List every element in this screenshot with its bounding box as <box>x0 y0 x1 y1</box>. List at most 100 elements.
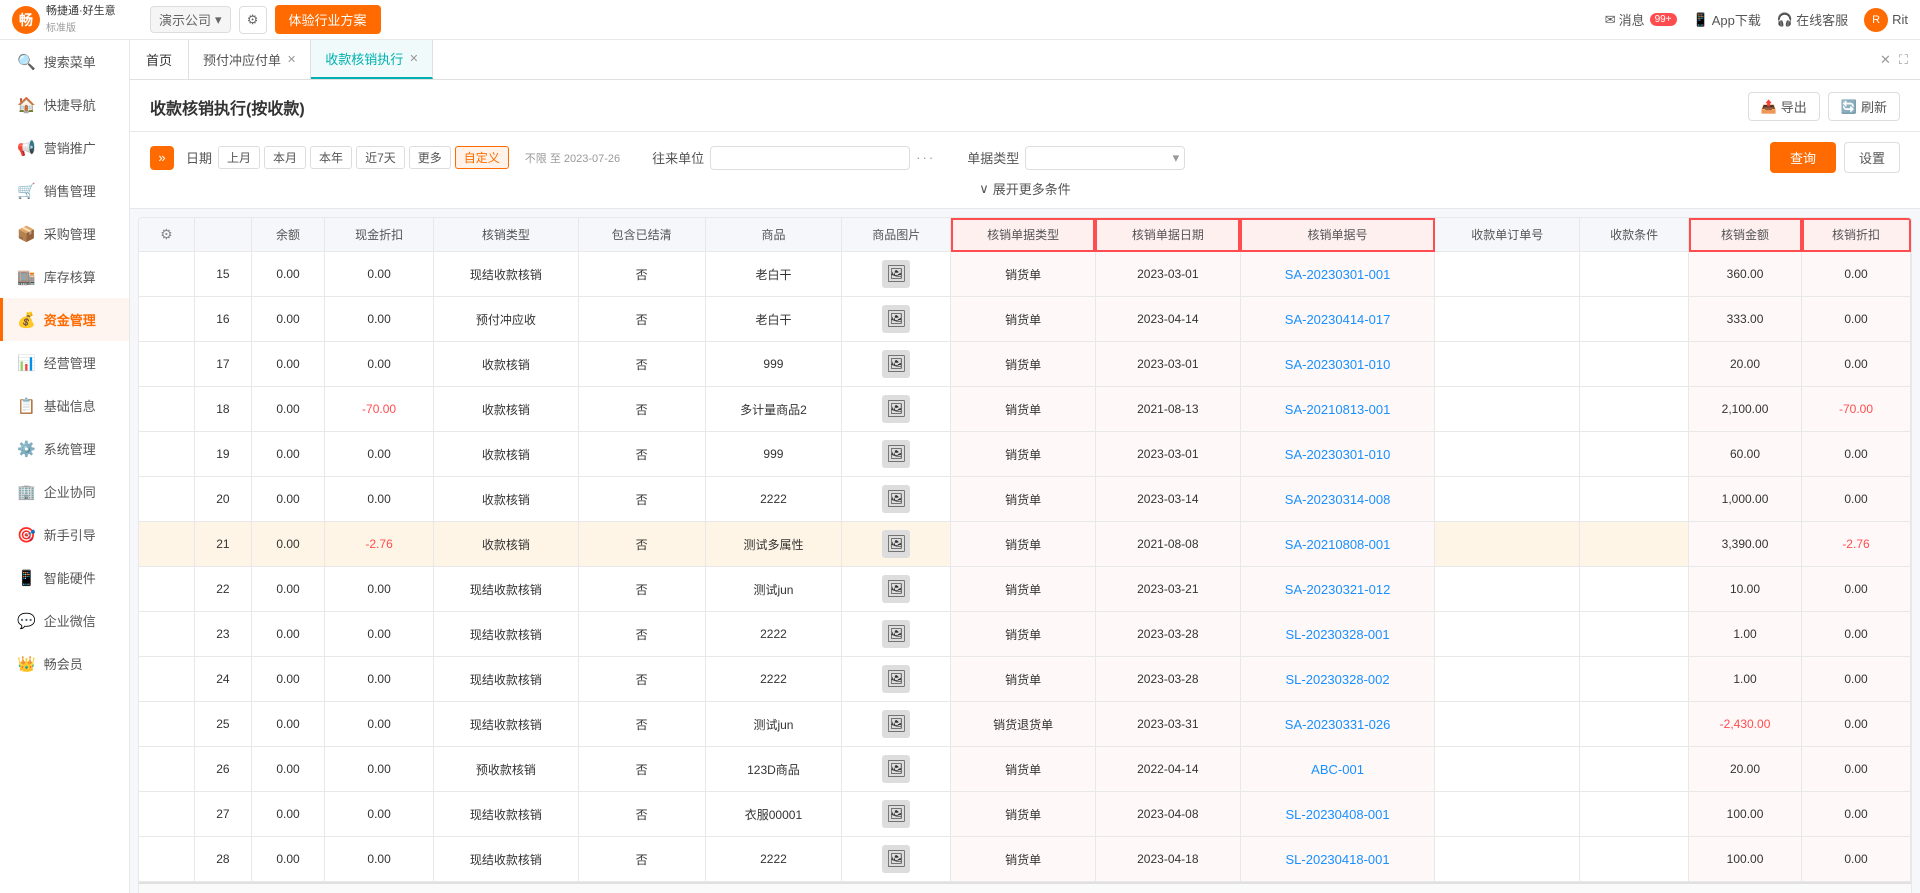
cell-verify-bill-no[interactable]: SA-20230321-012 <box>1240 567 1435 612</box>
bill-no-link[interactable]: ABC-001 <box>1311 762 1364 777</box>
expand-icon[interactable]: ⛶ <box>1899 52 1908 68</box>
solution-button[interactable]: 体验行业方案 <box>275 5 381 34</box>
cell-balance: 0.00 <box>252 702 325 747</box>
user-area[interactable]: R Rit <box>1864 8 1908 32</box>
sidebar-item-base[interactable]: 📋 基础信息 <box>0 384 129 427</box>
cell-verify-bill-no[interactable]: SA-20230314-008 <box>1240 477 1435 522</box>
date-custom[interactable]: 自定义 <box>455 146 509 169</box>
cell-goods: 多计量商品2 <box>705 387 842 432</box>
sidebar-item-search[interactable]: 🔍 搜索菜单 <box>0 40 129 83</box>
bill-no-link[interactable]: SA-20230314-008 <box>1285 492 1391 507</box>
cell-verify-type: 现结收款核销 <box>434 567 579 612</box>
cell-cash-discount: 0.00 <box>325 702 434 747</box>
refresh-button[interactable]: 🔄 刷新 <box>1828 92 1900 121</box>
bill-no-link[interactable]: SL-20230418-001 <box>1286 852 1390 867</box>
sidebar-item-finance[interactable]: 💰 资金管理 <box>0 298 129 341</box>
tab-receipt-verify[interactable]: 收款核销执行 ✕ <box>311 40 433 79</box>
sidebar-item-system[interactable]: ⚙️ 系统管理 <box>0 427 129 470</box>
close-all-icon[interactable]: ✕ <box>1880 52 1891 68</box>
bill-no-link[interactable]: SA-20230331-026 <box>1285 717 1391 732</box>
th-settings[interactable]: ⚙ <box>139 218 194 252</box>
cell-verify-discount: 0.00 <box>1802 657 1911 702</box>
sidebar-item-inventory[interactable]: 🏬 库存核算 <box>0 255 129 298</box>
date-this-month[interactable]: 本月 <box>264 146 306 169</box>
bill-no-link[interactable]: SA-20210808-001 <box>1285 537 1391 552</box>
message-icon: ✉ <box>1605 12 1616 28</box>
page-header: 收款核销执行(按收款) 📤 导出 🔄 刷新 <box>130 80 1920 132</box>
messages-item[interactable]: ✉ 消息 99+ <box>1605 10 1677 29</box>
cell-verify-bill-no[interactable]: ABC-001 <box>1240 747 1435 792</box>
party-ellipsis[interactable]: ··· <box>916 150 935 165</box>
setting-button[interactable]: 设置 <box>1844 142 1900 173</box>
cell-cash-discount: 0.00 <box>325 477 434 522</box>
cell-verify-bill-type: 销货单 <box>951 432 1096 477</box>
sidebar-item-newbie[interactable]: 🎯 新手引导 <box>0 513 129 556</box>
expand-filter-button[interactable]: » <box>150 146 174 170</box>
sidebar-item-label: 搜索菜单 <box>44 52 96 71</box>
cell-verify-bill-no[interactable]: SA-20210808-001 <box>1240 522 1435 567</box>
export-button[interactable]: 📤 导出 <box>1748 92 1820 121</box>
bill-no-link[interactable]: SA-20210813-001 <box>1285 402 1391 417</box>
party-label: 往来单位 <box>652 148 704 167</box>
avatar: R <box>1864 8 1888 32</box>
cell-verify-bill-no[interactable]: SA-20230414-017 <box>1240 297 1435 342</box>
cell-verify-date: 2023-03-01 <box>1095 342 1240 387</box>
sidebar-item-member[interactable]: 👑 畅会员 <box>0 642 129 685</box>
bill-no-link[interactable]: SA-20230301-001 <box>1285 267 1391 282</box>
app-download-item[interactable]: 📱 App下载 <box>1693 10 1761 29</box>
tab-receipt-verify-close[interactable]: ✕ <box>409 52 418 65</box>
bill-no-link[interactable]: SA-20230301-010 <box>1285 357 1391 372</box>
sidebar-item-smart-hw[interactable]: 📱 智能硬件 <box>0 556 129 599</box>
cell-verify-bill-no[interactable]: SA-20230301-010 <box>1240 432 1435 477</box>
sidebar-item-corp[interactable]: 🏢 企业协同 <box>0 470 129 513</box>
tab-home[interactable]: 首页 <box>130 40 189 79</box>
search-button[interactable]: 查询 <box>1770 142 1836 173</box>
cell-goods-img: 🖼 <box>842 387 951 432</box>
bill-no-link[interactable]: SA-20230414-017 <box>1285 312 1391 327</box>
corp-icon: 🏢 <box>17 483 36 501</box>
cell-verify-bill-no[interactable]: SA-20230301-010 <box>1240 342 1435 387</box>
date-7-days[interactable]: 近7天 <box>356 146 405 169</box>
sidebar-item-purchase[interactable]: 📦 采购管理 <box>0 212 129 255</box>
sidebar-item-business[interactable]: 📊 经营管理 <box>0 341 129 384</box>
cell-verify-bill-no[interactable]: SL-20230408-001 <box>1240 792 1435 837</box>
type-filter: 单据类型 ▾ <box>967 146 1185 170</box>
bill-no-link[interactable]: SL-20230328-002 <box>1286 672 1390 687</box>
party-input[interactable] <box>710 146 910 170</box>
bill-no-link[interactable]: SA-20230301-010 <box>1285 447 1391 462</box>
cell-verify-bill-no[interactable]: SA-20230331-026 <box>1240 702 1435 747</box>
cell-verify-discount: 0.00 <box>1802 252 1911 297</box>
cell-verify-bill-no[interactable]: SL-20230418-001 <box>1240 837 1435 882</box>
cell-verify-bill-no[interactable]: SL-20230328-002 <box>1240 657 1435 702</box>
bill-no-link[interactable]: SL-20230328-001 <box>1286 627 1390 642</box>
online-service-item[interactable]: 🎧 在线客服 <box>1777 10 1848 29</box>
date-last-month[interactable]: 上月 <box>218 146 260 169</box>
date-this-year[interactable]: 本年 <box>310 146 352 169</box>
cell-verify-bill-no[interactable]: SA-20230301-001 <box>1240 252 1435 297</box>
cell-included-clear: 否 <box>578 252 705 297</box>
expand-more-button[interactable]: ∨ 展开更多条件 <box>979 179 1071 198</box>
sidebar-item-wechat[interactable]: 💬 企业微信 <box>0 599 129 642</box>
cell-cash-discount: 0.00 <box>325 252 434 297</box>
sidebar-item-quick-nav[interactable]: 🏠 快捷导航 <box>0 83 129 126</box>
cell-verify-type: 收款核销 <box>434 522 579 567</box>
tab-prepay[interactable]: 预付冲应付单 ✕ <box>189 40 311 79</box>
cell-receipt-order-no <box>1435 297 1580 342</box>
cell-seq: 23 <box>194 612 251 657</box>
date-more[interactable]: 更多 <box>409 146 451 169</box>
cell-receipt-order-no <box>1435 657 1580 702</box>
tab-prepay-close[interactable]: ✕ <box>287 53 296 66</box>
tab-prepay-label: 预付冲应付单 <box>203 50 281 69</box>
sidebar-item-sales[interactable]: 🛒 销售管理 <box>0 169 129 212</box>
cell-receipt-cond <box>1580 387 1689 432</box>
gear-button[interactable]: ⚙ <box>239 6 267 34</box>
bill-no-link[interactable]: SA-20230321-012 <box>1285 582 1391 597</box>
settings-icon[interactable]: ⚙ <box>160 226 173 242</box>
bill-no-link[interactable]: SL-20230408-001 <box>1286 807 1390 822</box>
type-select[interactable] <box>1025 146 1185 170</box>
org-selector[interactable]: 演示公司 ▾ <box>150 6 231 33</box>
cell-verify-bill-no[interactable]: SA-20210813-001 <box>1240 387 1435 432</box>
cell-verify-bill-no[interactable]: SL-20230328-001 <box>1240 612 1435 657</box>
sidebar-item-marketing[interactable]: 📢 营销推广 <box>0 126 129 169</box>
cell-goods-img: 🖼 <box>842 702 951 747</box>
